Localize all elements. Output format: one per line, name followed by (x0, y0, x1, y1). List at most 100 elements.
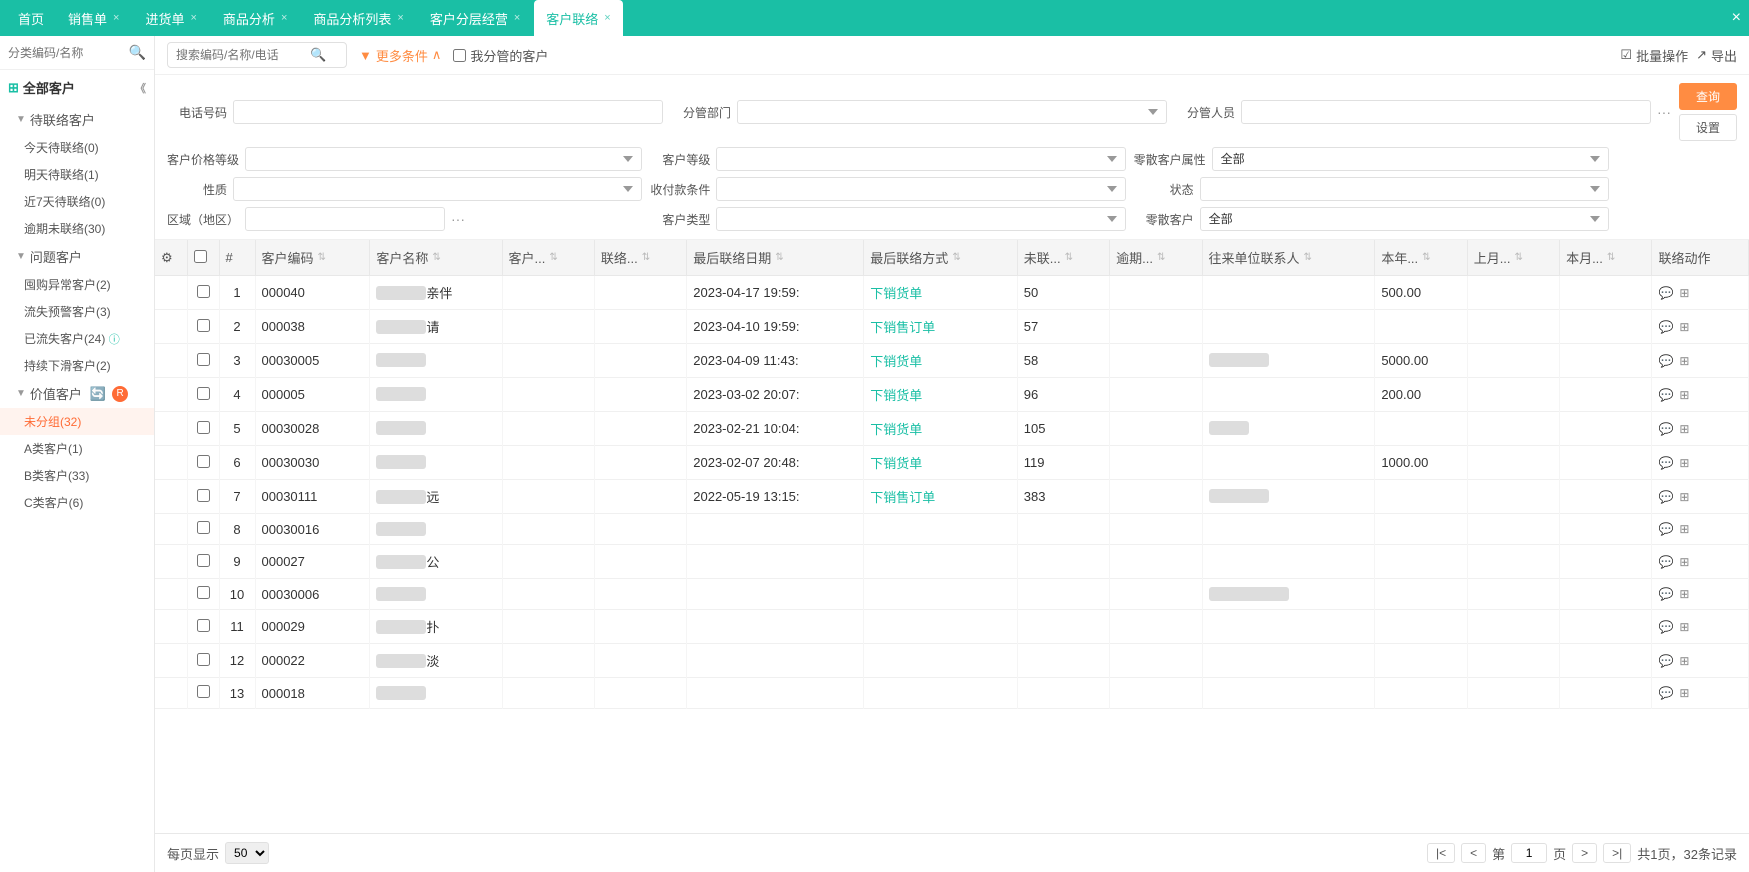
chat-icon[interactable]: 💬 (1658, 620, 1673, 634)
first-page-btn[interactable]: |< (1427, 843, 1455, 863)
region-more-icon[interactable]: ··· (451, 211, 465, 227)
page-number-input[interactable] (1511, 843, 1547, 863)
chat-icon[interactable]: 💬 (1658, 654, 1673, 668)
row-checkbox[interactable] (197, 554, 210, 567)
more-conditions-btn[interactable]: ▼ 更多条件 ∧ (359, 46, 441, 65)
all-customers-header[interactable]: ⊞ 全部客户 《 (0, 70, 154, 105)
row-checkbox[interactable] (197, 421, 210, 434)
region-input[interactable] (245, 207, 445, 231)
churn-warning[interactable]: 流失预警客户(3) (0, 298, 154, 325)
grid-action-icon[interactable]: ⊞ (1679, 388, 1689, 402)
row-checkbox[interactable] (197, 619, 210, 632)
c-class[interactable]: C类客户(6) (0, 489, 154, 516)
retail-customer-select[interactable]: 全部 (1200, 207, 1609, 231)
declining[interactable]: 持续下滑客户(2) (0, 352, 154, 379)
batch-ops-btn[interactable]: ☑ 批量操作 (1620, 46, 1688, 65)
grid-action-icon[interactable]: ⊞ (1679, 456, 1689, 470)
nav-tab-customer-contact[interactable]: 客户联络 × (534, 0, 622, 36)
chat-icon[interactable]: 💬 (1658, 686, 1673, 700)
customer-type-select[interactable] (716, 207, 1125, 231)
last-method-link[interactable]: 下销货单 (870, 422, 922, 437)
close-purchase-tab[interactable]: × (190, 12, 196, 24)
week-pending[interactable]: 近7天待联络(0) (0, 188, 154, 215)
export-btn[interactable]: ↗ 导出 (1696, 46, 1737, 65)
row-checkbox[interactable] (197, 387, 210, 400)
window-close-btn[interactable]: × (1732, 9, 1741, 27)
close-customer-mgmt-tab[interactable]: × (514, 12, 520, 24)
close-sales-tab[interactable]: × (113, 12, 119, 24)
grid-action-icon[interactable]: ⊞ (1679, 686, 1689, 700)
query-btn[interactable]: 查询 (1679, 83, 1737, 110)
last-page-btn[interactable]: >| (1603, 843, 1631, 863)
reset-btn[interactable]: 设置 (1679, 114, 1737, 141)
chat-icon[interactable]: 💬 (1658, 587, 1673, 601)
grid-action-icon[interactable]: ⊞ (1679, 555, 1689, 569)
value-customers-group[interactable]: ▼ 价值客户 🔄 R (0, 379, 154, 408)
row-checkbox[interactable] (197, 685, 210, 698)
nature-select[interactable] (233, 177, 642, 201)
person-more-icon[interactable]: ··· (1657, 104, 1671, 120)
churned[interactable]: 已流失客户(24) ⓘ (0, 325, 154, 352)
chat-icon[interactable]: 💬 (1658, 388, 1673, 402)
chat-icon[interactable]: 💬 (1658, 522, 1673, 536)
row-checkbox[interactable] (197, 521, 210, 534)
chat-icon[interactable]: 💬 (1658, 354, 1673, 368)
prev-page-btn[interactable]: < (1461, 843, 1486, 863)
row-checkbox[interactable] (197, 489, 210, 502)
row-checkbox[interactable] (197, 319, 210, 332)
grid-action-icon[interactable]: ⊞ (1679, 490, 1689, 504)
nav-tab-sales[interactable]: 销售单 × (56, 0, 131, 36)
refresh-icon[interactable]: 🔄 (90, 386, 106, 402)
nav-tab-customer-mgmt[interactable]: 客户分层经营 × (418, 0, 532, 36)
payment-select[interactable] (716, 177, 1125, 201)
last-method-link[interactable]: 下销货单 (870, 388, 922, 403)
today-pending[interactable]: 今天待联络(0) (0, 134, 154, 161)
chat-icon[interactable]: 💬 (1658, 320, 1673, 334)
chat-icon[interactable]: 💬 (1658, 490, 1673, 504)
grid-action-icon[interactable]: ⊞ (1679, 587, 1689, 601)
nav-home[interactable]: 首页 (8, 0, 54, 36)
sidebar-search-input[interactable] (8, 46, 125, 60)
last-method-link[interactable]: 下销售订单 (870, 320, 935, 335)
chat-icon[interactable]: 💬 (1658, 555, 1673, 569)
collapse-icon[interactable]: 《 (135, 80, 146, 96)
chat-icon[interactable]: 💬 (1658, 456, 1673, 470)
phone-input[interactable] (233, 100, 663, 124)
col-settings[interactable]: ⚙ (155, 240, 187, 276)
row-checkbox[interactable] (197, 285, 210, 298)
grid-action-icon[interactable]: ⊞ (1679, 286, 1689, 300)
tomorrow-pending[interactable]: 明天待联络(1) (0, 161, 154, 188)
grid-action-icon[interactable]: ⊞ (1679, 422, 1689, 436)
row-checkbox[interactable] (197, 586, 210, 599)
grid-action-icon[interactable]: ⊞ (1679, 320, 1689, 334)
b-class[interactable]: B类客户(33) (0, 462, 154, 489)
price-level-select[interactable] (245, 147, 642, 171)
last-method-link[interactable]: 下销货单 (870, 286, 922, 301)
overdue-pending[interactable]: 逾期未联络(30) (0, 215, 154, 242)
grid-action-icon[interactable]: ⊞ (1679, 654, 1689, 668)
nav-tab-purchase[interactable]: 进货单 × (133, 0, 208, 36)
grid-action-icon[interactable]: ⊞ (1679, 522, 1689, 536)
chat-icon[interactable]: 💬 (1658, 422, 1673, 436)
page-size-select[interactable]: 50 (225, 842, 269, 864)
pending-contact-group[interactable]: ▼ 待联络客户 (0, 105, 154, 134)
nav-tab-product-list[interactable]: 商品分析列表 × (301, 0, 415, 36)
close-product-analysis-tab[interactable]: × (281, 12, 287, 24)
last-method-link[interactable]: 下销售订单 (870, 490, 935, 505)
chat-icon[interactable]: 💬 (1658, 286, 1673, 300)
next-page-btn[interactable]: > (1572, 843, 1597, 863)
grid-action-icon[interactable]: ⊞ (1679, 620, 1689, 634)
a-class[interactable]: A类客户(1) (0, 435, 154, 462)
close-customer-contact-tab[interactable]: × (604, 12, 610, 24)
hoarding-abnormal[interactable]: 囤购异常客户(2) (0, 271, 154, 298)
row-checkbox[interactable] (197, 455, 210, 468)
row-checkbox[interactable] (197, 353, 210, 366)
customer-level-select[interactable] (716, 147, 1125, 171)
last-method-link[interactable]: 下销货单 (870, 456, 922, 471)
close-product-list-tab[interactable]: × (397, 12, 403, 24)
my-customers-checkbox[interactable]: 我分管的客户 (453, 46, 548, 65)
search-input[interactable] (176, 48, 306, 62)
my-customers-check[interactable] (453, 49, 466, 62)
status-select[interactable] (1200, 177, 1609, 201)
select-all-checkbox[interactable] (194, 250, 207, 263)
